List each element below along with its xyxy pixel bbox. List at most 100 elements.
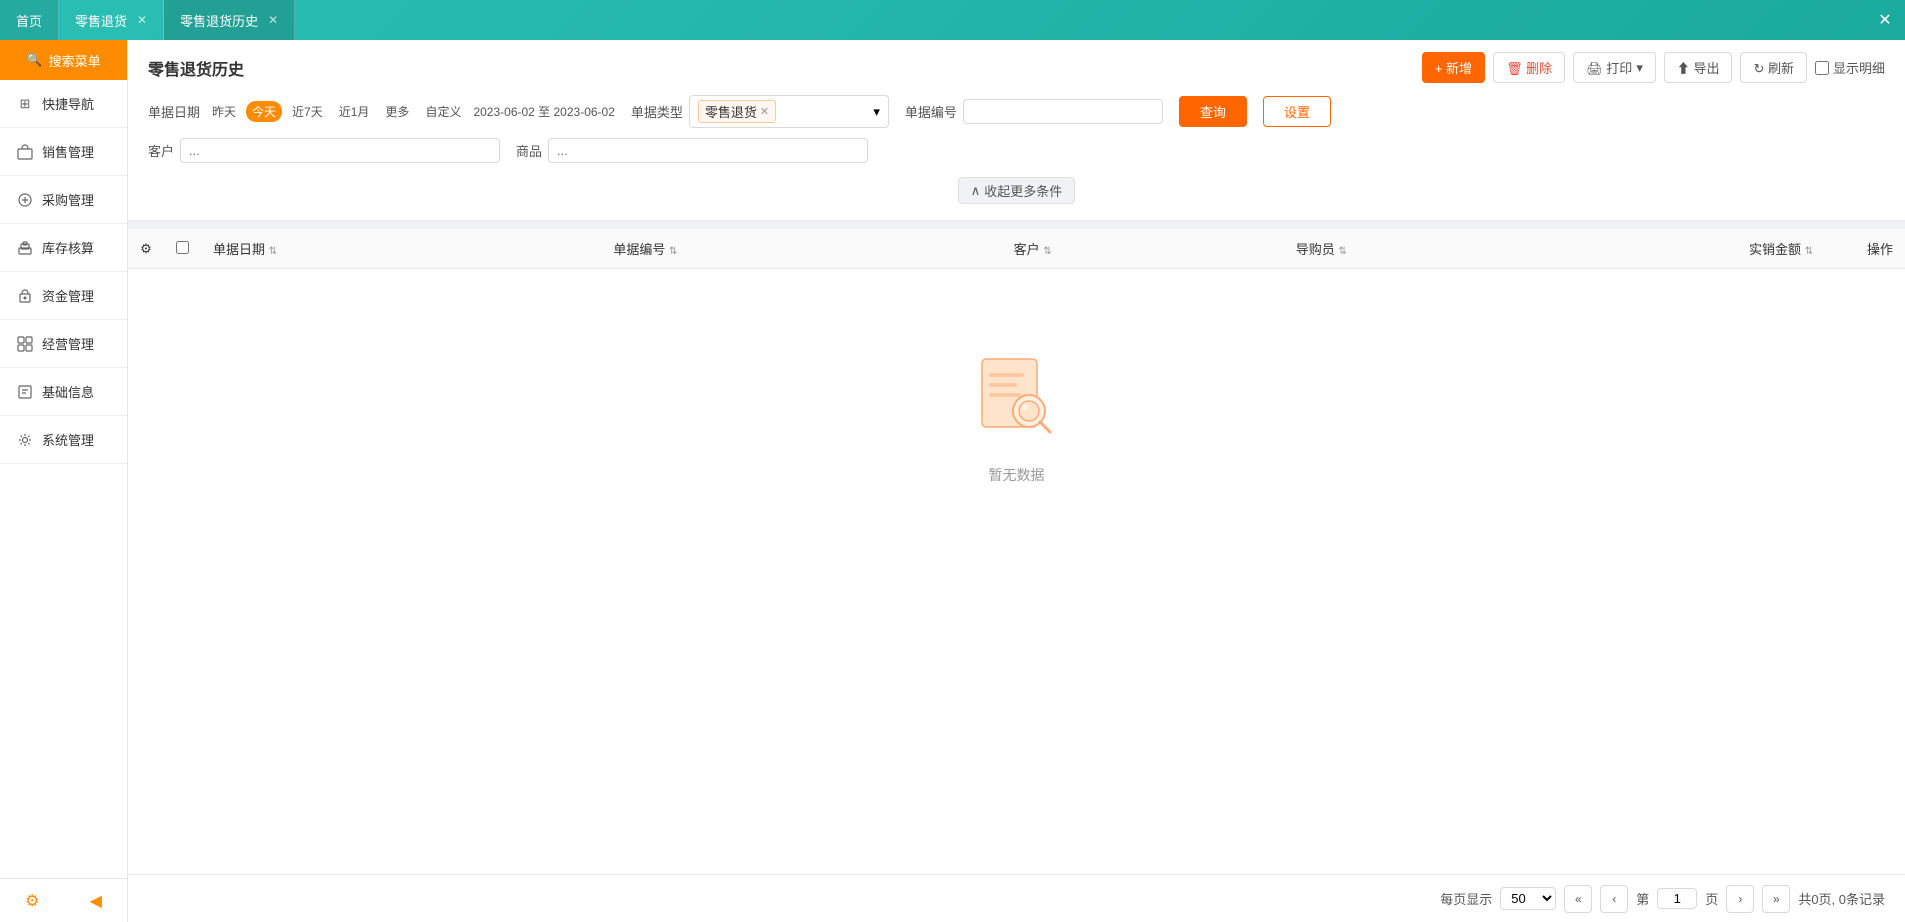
empty-icon bbox=[967, 349, 1067, 449]
page-prev-button[interactable]: ‹ bbox=[1600, 885, 1628, 913]
sidebar-search[interactable]: 🔍 搜索菜单 bbox=[0, 40, 127, 80]
date-opt-1month[interactable]: 近1月 bbox=[333, 101, 376, 122]
tab-home-label: 首页 bbox=[16, 11, 42, 30]
goods-filter: 商品 bbox=[516, 138, 868, 163]
page-size-select[interactable]: 50 100 200 bbox=[1500, 887, 1556, 910]
sidebar-item-sales-mgmt[interactable]: 销售管理 bbox=[0, 128, 127, 176]
column-amount-sort[interactable]: ⇅ bbox=[1805, 246, 1813, 257]
date-opt-custom[interactable]: 自定义 bbox=[419, 101, 467, 122]
collapse-label: 收起更多条件 bbox=[984, 181, 1062, 200]
window-close-button[interactable]: ✕ bbox=[1865, 0, 1905, 40]
new-button[interactable]: + 新增 bbox=[1422, 52, 1485, 83]
export-button[interactable]: ⬆ 导出 bbox=[1664, 52, 1733, 83]
refresh-button[interactable]: ↻ 刷新 bbox=[1740, 52, 1807, 83]
page-next-button[interactable]: › bbox=[1726, 885, 1754, 913]
table-header-row: ⚙ 单据日期 ⇅ 单据编号 ⇅ bbox=[128, 229, 1905, 269]
settings-button[interactable]: 设置 bbox=[1263, 96, 1331, 127]
column-checkbox[interactable] bbox=[164, 229, 201, 269]
toolbar: + 新增 🗑 删除 🖨 打印 ▾ ⬆ 导出 ↻ 刷新 bbox=[1422, 52, 1885, 83]
sidebar-item-system-mgmt[interactable]: 系统管理 bbox=[0, 416, 127, 464]
column-action: 操作 bbox=[1825, 229, 1905, 269]
basic-info-icon bbox=[16, 383, 34, 401]
data-table: ⚙ 单据日期 ⇅ 单据编号 ⇅ bbox=[128, 229, 1905, 269]
table-head: ⚙ 单据日期 ⇅ 单据编号 ⇅ bbox=[128, 229, 1905, 269]
quick-nav-icon: ⊞ bbox=[16, 95, 34, 113]
tab-retail-return-history-label: 零售退货历史 bbox=[180, 11, 258, 30]
column-settings-icon[interactable]: ⚙ bbox=[140, 241, 152, 256]
print-button-label: 🖨 打印 bbox=[1586, 58, 1632, 77]
collapse-sidebar-icon[interactable]: ◀ bbox=[90, 891, 102, 911]
empty-text: 暂无数据 bbox=[989, 465, 1045, 485]
column-amount-label: 实销金额 bbox=[1749, 242, 1801, 257]
type-tag-close[interactable]: ✕ bbox=[760, 105, 769, 118]
collapse-button[interactable]: ∧ 收起更多条件 bbox=[958, 177, 1076, 204]
type-select[interactable]: 零售退货 ✕ ▾ bbox=[689, 95, 889, 128]
column-guide-sort[interactable]: ⇅ bbox=[1338, 246, 1346, 257]
purchase-icon bbox=[16, 191, 34, 209]
inventory-icon bbox=[16, 239, 34, 257]
delete-button[interactable]: 🗑 删除 bbox=[1493, 52, 1565, 83]
type-select-value: 零售退货 ✕ bbox=[698, 100, 869, 123]
collapse-icon: ∧ bbox=[971, 183, 981, 199]
sidebar-item-inventory-label: 库存核算 bbox=[42, 238, 94, 257]
column-customer-sort[interactable]: ⇅ bbox=[1043, 246, 1051, 257]
tab-bar: 首页 零售退货 ✕ 零售退货历史 ✕ bbox=[0, 0, 1865, 40]
print-dropdown-icon: ▾ bbox=[1636, 60, 1643, 76]
sidebar-item-finance[interactable]: 资金管理 bbox=[0, 272, 127, 320]
print-button[interactable]: 🖨 打印 ▾ bbox=[1573, 52, 1656, 83]
show-detail-label[interactable]: 显示明细 bbox=[1815, 58, 1885, 77]
business-icon bbox=[16, 335, 34, 353]
number-input[interactable] bbox=[963, 99, 1163, 124]
sidebar: 🔍 搜索菜单 ⊞ 快捷导航 销售管理 bbox=[0, 40, 128, 922]
export-button-label: ⬆ 导出 bbox=[1677, 58, 1720, 77]
settings-bottom-icon[interactable]: ⚙ bbox=[25, 891, 39, 911]
select-all-checkbox[interactable] bbox=[176, 241, 189, 254]
date-options: 昨天 今天 近7天 近1月 更多 自定义 bbox=[206, 101, 467, 122]
sidebar-item-business-mgmt[interactable]: 经营管理 bbox=[0, 320, 127, 368]
column-date-sort[interactable]: ⇅ bbox=[269, 246, 277, 257]
new-button-label: + 新增 bbox=[1435, 58, 1472, 77]
pagination-bar: 每页显示 50 100 200 « ‹ 第 页 › » 共0页, 0条记录 bbox=[128, 874, 1905, 922]
date-filter-label: 单据日期 bbox=[148, 102, 200, 121]
tab-retail-return-history[interactable]: 零售退货历史 ✕ bbox=[164, 0, 295, 40]
tab-home[interactable]: 首页 bbox=[0, 0, 59, 40]
page-last-button[interactable]: » bbox=[1762, 885, 1790, 913]
filter-row-2: 客户 商品 bbox=[148, 138, 1885, 163]
customer-input[interactable] bbox=[180, 138, 500, 163]
sidebar-bottom: ⚙ ◀ bbox=[0, 878, 127, 922]
query-button[interactable]: 查询 bbox=[1179, 96, 1247, 127]
system-icon bbox=[16, 431, 34, 449]
sidebar-item-business-label: 经营管理 bbox=[42, 334, 94, 353]
tab-retail-return-close[interactable]: ✕ bbox=[137, 13, 147, 27]
tab-retail-return[interactable]: 零售退货 ✕ bbox=[59, 0, 164, 40]
date-opt-today[interactable]: 今天 bbox=[246, 101, 282, 122]
filter-row-1: 单据日期 昨天 今天 近7天 近1月 更多 自定义 2023-06-02 至 2… bbox=[148, 95, 1885, 128]
column-number-sort[interactable]: ⇅ bbox=[669, 246, 677, 257]
column-settings[interactable]: ⚙ bbox=[128, 229, 164, 269]
sidebar-item-quick-nav[interactable]: ⊞ 快捷导航 bbox=[0, 80, 127, 128]
search-icon: 🔍 bbox=[26, 52, 42, 68]
sidebar-search-label: 搜索菜单 bbox=[49, 51, 101, 70]
page-num-input[interactable] bbox=[1657, 888, 1697, 909]
sidebar-item-purchase-mgmt[interactable]: 采购管理 bbox=[0, 176, 127, 224]
sidebar-item-basic-info[interactable]: 基础信息 bbox=[0, 368, 127, 416]
query-button-label: 查询 bbox=[1200, 102, 1226, 121]
column-date: 单据日期 ⇅ bbox=[201, 229, 601, 269]
date-opt-7days[interactable]: 近7天 bbox=[286, 101, 329, 122]
number-filter: 单据编号 bbox=[905, 99, 1163, 124]
tab-retail-return-label: 零售退货 bbox=[75, 11, 127, 30]
goods-filter-label: 商品 bbox=[516, 141, 542, 160]
goods-input[interactable] bbox=[548, 138, 868, 163]
column-date-label: 单据日期 bbox=[213, 242, 265, 257]
tab-retail-return-history-close[interactable]: ✕ bbox=[268, 13, 278, 27]
date-filter: 单据日期 昨天 今天 近7天 近1月 更多 自定义 2023-06-02 至 2… bbox=[148, 101, 615, 122]
page-label: 页 bbox=[1705, 889, 1718, 908]
date-range-display: 2023-06-02 至 2023-06-02 bbox=[473, 103, 614, 120]
date-opt-more[interactable]: 更多 bbox=[379, 101, 415, 122]
date-opt-yesterday[interactable]: 昨天 bbox=[206, 101, 242, 122]
page-first-button[interactable]: « bbox=[1564, 885, 1592, 913]
sidebar-item-inventory[interactable]: 库存核算 bbox=[0, 224, 127, 272]
show-detail-checkbox[interactable] bbox=[1815, 61, 1829, 75]
column-guide: 导购员 ⇅ bbox=[1284, 229, 1625, 269]
type-filter: 单据类型 零售退货 ✕ ▾ bbox=[631, 95, 889, 128]
